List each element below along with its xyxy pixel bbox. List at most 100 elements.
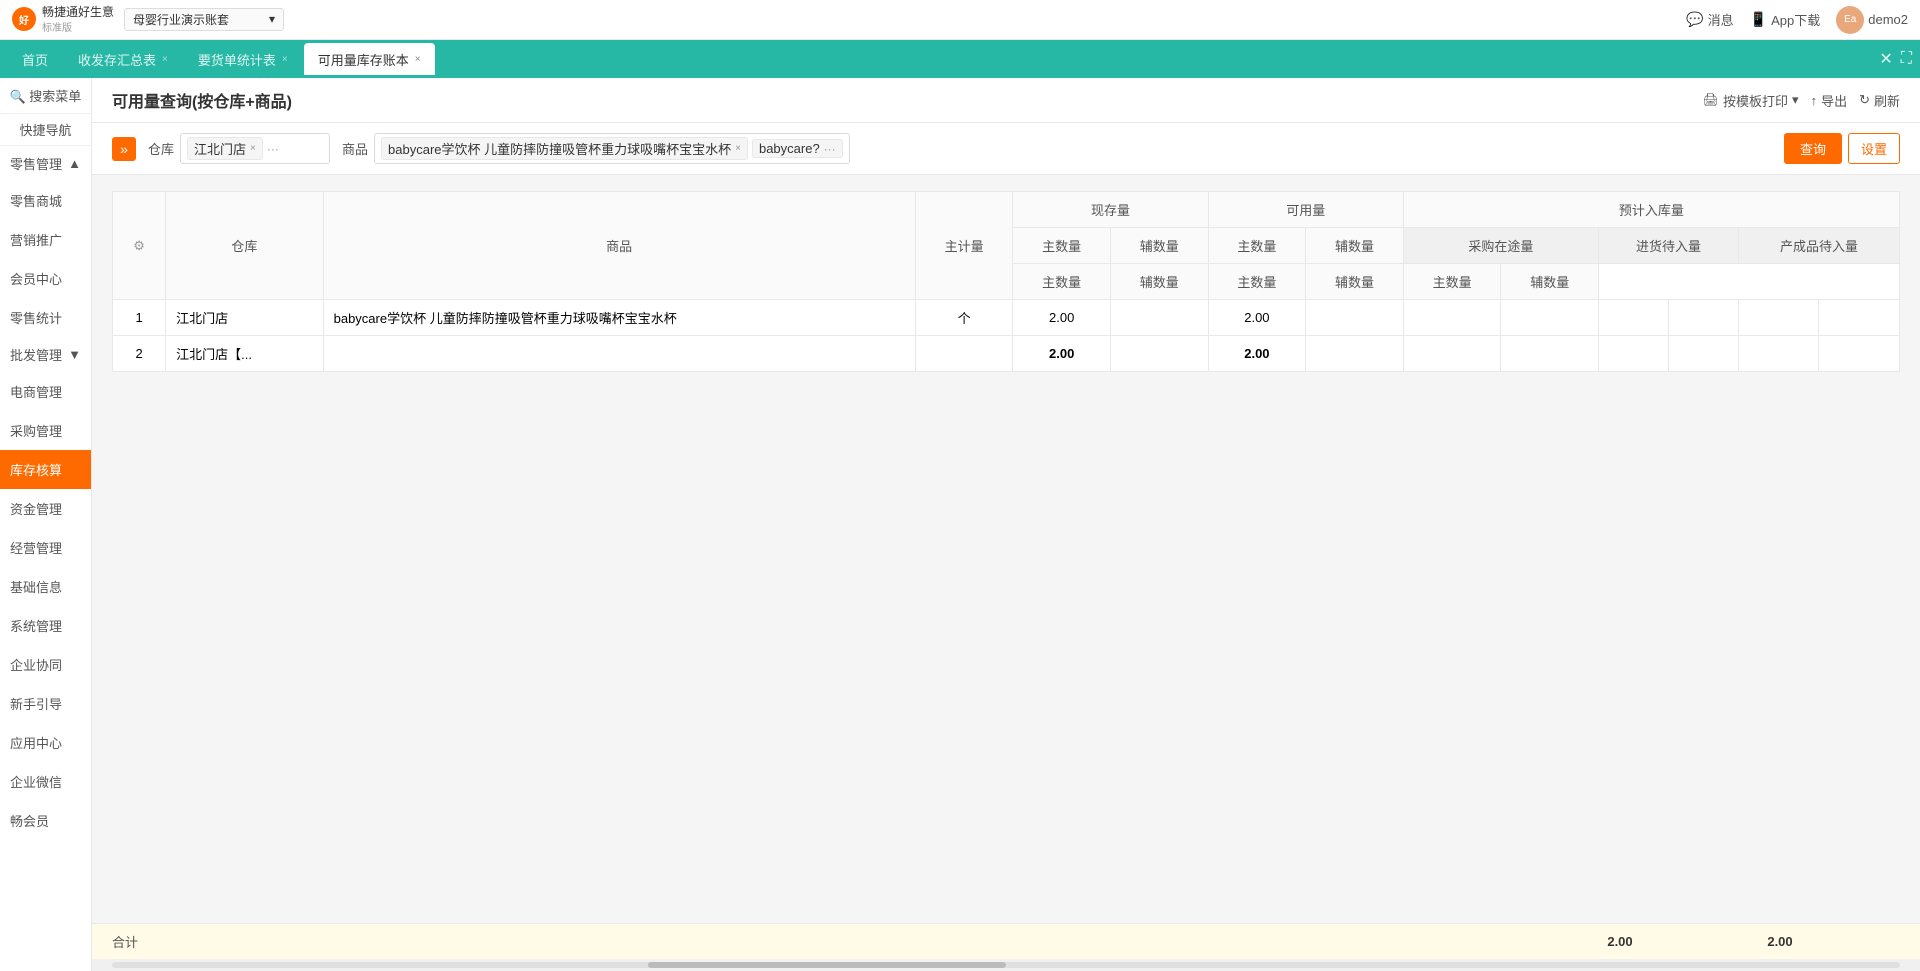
footer-available-main: 2.00 <box>1740 934 1820 949</box>
sidebar-search[interactable]: 🔍 搜索菜单 <box>0 78 91 114</box>
sidebar-item-member-vip-label: 畅会员 <box>10 811 49 830</box>
sidebar-item-retail-mall-label: 零售商城 <box>10 191 62 210</box>
warehouse-tag-1-close[interactable]: × <box>250 143 256 154</box>
industry-selector[interactable]: 母婴行业演示账套 ▾ <box>124 8 284 31</box>
col-header-stock: 现存量 <box>1013 192 1208 228</box>
sidebar-item-purchase[interactable]: 采购管理 <box>0 411 91 450</box>
fullscreen-icon[interactable]: ⛶ <box>1901 50 1912 68</box>
table-row: 1 江北门店 babycare学饮杯 儿童防摔防撞吸管杯重力球吸嘴杯宝宝水杯 个… <box>113 300 1900 336</box>
settings-btn[interactable]: 设置 <box>1848 133 1900 164</box>
col-header-production-pending-sub: 辅数量 <box>1501 264 1599 300</box>
quick-nav-label: 快捷导航 <box>19 123 71 138</box>
sidebar-item-retail-mall[interactable]: 零售商城 <box>0 181 91 220</box>
product-filter-tags[interactable]: babycare学饮杯 儿童防摔防撞吸管杯重力球吸嘴杯宝宝水杯 × babyca… <box>374 133 850 164</box>
row-1-warehouse: 江北门店 <box>166 300 324 336</box>
sidebar-item-member-vip[interactable]: 畅会员 <box>0 801 91 840</box>
logo-text-group: 畅捷通好生意 标准版 <box>42 5 114 34</box>
tab-available-inventory-close[interactable]: × <box>415 54 421 65</box>
warehouse-filter-tags[interactable]: 江北门店 × ··· <box>180 133 330 164</box>
sidebar-item-enterprise-wechat[interactable]: 企业微信 <box>0 762 91 801</box>
refresh-btn[interactable]: ↻ 刷新 <box>1859 91 1900 110</box>
product-tag-2[interactable]: babycare? ··· <box>752 139 843 158</box>
user-profile[interactable]: Ea demo2 <box>1836 6 1908 34</box>
row-1-stock-sub <box>1110 300 1208 336</box>
tab-order-stats[interactable]: 要货单统计表 × <box>184 43 302 75</box>
sidebar-item-member-center-label: 会员中心 <box>10 269 62 288</box>
sidebar-item-retail-stats[interactable]: 零售统计 <box>0 298 91 337</box>
query-btn[interactable]: 查询 <box>1784 133 1842 164</box>
product-tag-2-text: babycare? <box>759 141 820 156</box>
export-btn[interactable]: ↑ 导出 <box>1811 91 1848 110</box>
row-2-unit <box>915 336 1013 372</box>
filter-toggle-btn[interactable]: » <box>112 137 136 161</box>
tab-order-stats-close[interactable]: × <box>282 54 288 65</box>
sidebar-item-ecommerce[interactable]: 电商管理 <box>0 372 91 411</box>
sidebar-item-marketing[interactable]: 营销推广 <box>0 220 91 259</box>
sidebar-item-inventory-label: 库存核算 <box>10 460 62 479</box>
sidebar-item-system-mgmt[interactable]: 系统管理 <box>0 606 91 645</box>
sidebar-item-retail-mgmt[interactable]: 零售管理 ▲ <box>0 146 91 181</box>
tab-receive-summary-label: 收发存汇总表 <box>78 50 156 69</box>
col-header-purchase-pending: 进货待入量 <box>1599 228 1739 264</box>
chevron-down-icon: ▾ <box>269 12 275 26</box>
sidebar-item-operations[interactable]: 经营管理 <box>0 528 91 567</box>
sidebar-item-member-center[interactable]: 会员中心 <box>0 259 91 298</box>
export-label: 导出 <box>1821 91 1847 110</box>
template-print-label: 按模板打印 <box>1723 91 1788 110</box>
product-tag-1-close[interactable]: × <box>735 143 741 154</box>
warehouse-more[interactable]: ··· <box>267 142 279 156</box>
main-layout: 🔍 搜索菜单 快捷导航 零售管理 ▲ 零售商城 营销推广 会员中心 零售统计 批… <box>0 78 1920 971</box>
sidebar-item-retail-mgmt-label: 零售管理 <box>10 154 62 173</box>
chevron-up-icon: ▲ <box>68 156 81 171</box>
app-download-btn[interactable]: 📱 App下载 <box>1750 10 1821 29</box>
row-2-available-sub <box>1306 336 1404 372</box>
sidebar-item-basic-info[interactable]: 基础信息 <box>0 567 91 606</box>
product-tag-1[interactable]: babycare学饮杯 儿童防摔防撞吸管杯重力球吸嘴杯宝宝水杯 × <box>381 137 748 160</box>
row-1-purchase-transit-main <box>1403 300 1501 336</box>
app-download-label: App下载 <box>1771 10 1820 29</box>
refresh-icon: ↻ <box>1859 92 1870 108</box>
message-icon: 💬 <box>1686 11 1703 28</box>
row-1-index: 1 <box>113 300 166 336</box>
row-1-stock-main: 2.00 <box>1013 300 1111 336</box>
col-header-expected: 预计入库量 <box>1403 192 1899 228</box>
sidebar-item-inventory[interactable]: 库存核算 <box>0 450 91 489</box>
sidebar-item-enterprise-collab[interactable]: 企业协同 <box>0 645 91 684</box>
sidebar-item-ecommerce-label: 电商管理 <box>10 382 62 401</box>
product-filter-group: 商品 babycare学饮杯 儿童防摔防撞吸管杯重力球吸嘴杯宝宝水杯 × bab… <box>342 133 850 164</box>
sidebar-quick-nav[interactable]: 快捷导航 <box>0 114 91 146</box>
sidebar-item-wholesale-mgmt[interactable]: 批发管理 ▼ <box>0 337 91 372</box>
tab-available-inventory[interactable]: 可用量库存账本 × <box>304 43 435 75</box>
page-actions: 🖨 按模板打印 ▾ ↑ 导出 ↻ 刷新 <box>1703 91 1901 110</box>
sidebar-item-app-center[interactable]: 应用中心 <box>0 723 91 762</box>
message-btn[interactable]: 💬 消息 <box>1686 10 1733 29</box>
col-header-settings[interactable]: ⚙ <box>113 192 166 300</box>
warehouse-filter-label: 仓库 <box>148 139 174 158</box>
warehouse-filter-group: 仓库 江北门店 × ··· <box>148 133 330 164</box>
warehouse-tag-1[interactable]: 江北门店 × <box>187 137 263 160</box>
template-print-btn[interactable]: 🖨 按模板打印 ▾ <box>1703 91 1799 110</box>
col-header-available-main: 主数量 <box>1208 228 1306 264</box>
settings-icon[interactable]: ⚙ <box>133 238 145 253</box>
col-header-production-pending: 产成品待入量 <box>1738 228 1899 264</box>
product-tag-1-text: babycare学饮杯 儿童防摔防撞吸管杯重力球吸嘴杯宝宝水杯 <box>388 139 731 158</box>
tab-home[interactable]: 首页 <box>8 43 62 75</box>
col-header-purchase-transit-sub: 辅数量 <box>1110 264 1208 300</box>
logo-area: 好 畅捷通好生意 标准版 <box>12 5 114 34</box>
sidebar-search-label: 搜索菜单 <box>29 89 81 104</box>
tab-receive-summary[interactable]: 收发存汇总表 × <box>64 43 182 75</box>
row-1-unit: 个 <box>915 300 1013 336</box>
tab-available-inventory-label: 可用量库存账本 <box>318 50 409 69</box>
message-label: 消息 <box>1708 10 1734 29</box>
tab-receive-summary-close[interactable]: × <box>162 54 168 65</box>
scrollbar-thumb[interactable] <box>648 962 1006 968</box>
scrollbar-track <box>112 962 1900 968</box>
sidebar-item-finance[interactable]: 资金管理 <box>0 489 91 528</box>
close-all-icon[interactable]: ✕ <box>1879 49 1892 69</box>
export-icon: ↑ <box>1811 93 1818 108</box>
filter-bar: » 仓库 江北门店 × ··· 商品 babycare学饮杯 儿童防摔防撞吸管杯… <box>92 123 1920 175</box>
sidebar-item-new-guide[interactable]: 新手引导 <box>0 684 91 723</box>
row-1-purchase-transit-sub <box>1501 300 1599 336</box>
product-more[interactable]: ··· <box>824 142 836 156</box>
sidebar-item-enterprise-collab-label: 企业协同 <box>10 655 62 674</box>
